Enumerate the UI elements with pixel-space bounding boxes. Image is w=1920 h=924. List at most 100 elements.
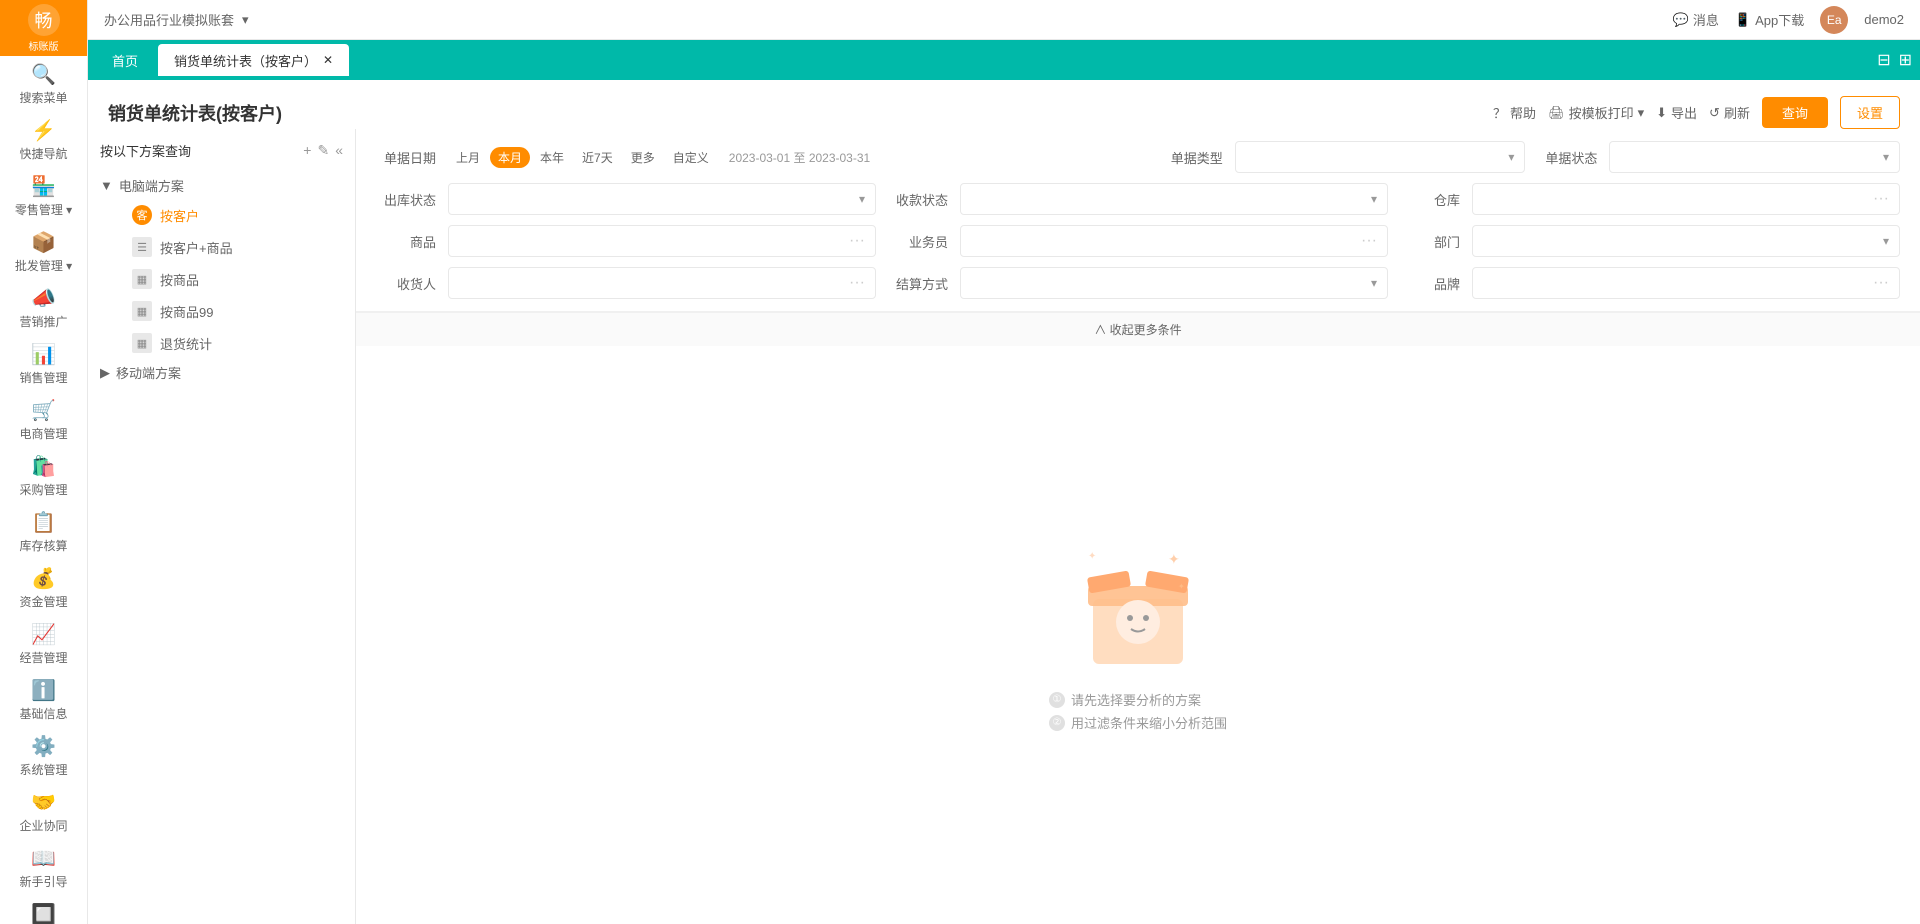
scheme-item-goods99[interactable]: ▦ 按商品99 (100, 295, 343, 327)
tab-home[interactable]: 首页 (96, 44, 154, 76)
sidebar-item-3[interactable]: 📦批发管理 ▾ (0, 224, 88, 280)
goods-select[interactable]: ··· (448, 225, 876, 257)
edit-scheme-icon[interactable]: ✎ (317, 142, 329, 159)
scheme-group-arrow: ▼ (100, 178, 113, 193)
sidebar-item-11[interactable]: ℹ️基础信息 (0, 672, 88, 728)
receiver-dots[interactable]: ··· (849, 274, 865, 292)
order-status-label: 单据状态 (1537, 148, 1597, 167)
print-icon: 🖨 (1548, 105, 1565, 121)
sidebar-label-13: 企业协同 (19, 817, 67, 834)
message-button[interactable]: 💬 消息 (1673, 10, 1719, 29)
export-button[interactable]: ⬇ 导出 (1656, 103, 1697, 122)
industry-selector[interactable]: 办公用品行业模拟账套 ▾ (104, 10, 249, 29)
out-status-select[interactable]: ▾ (448, 183, 876, 215)
sidebar-item-13[interactable]: 🤝企业协同 (0, 784, 88, 840)
tab-close-icon[interactable]: ✕ (323, 53, 333, 67)
warehouse-dots[interactable]: ··· (1873, 190, 1889, 208)
scheme-group-desktop-header[interactable]: ▼ 电脑端方案 (100, 172, 343, 199)
tab-sales-stats[interactable]: 销货单统计表（按客户） ✕ (158, 44, 349, 76)
date-tab-this-month[interactable]: 本月 (490, 147, 530, 168)
sidebar-item-2[interactable]: 🏪零售管理 ▾ (0, 168, 88, 224)
goods-dots[interactable]: ··· (849, 232, 865, 250)
scheme-group-mobile-header[interactable]: ▶ 移动端方案 (100, 359, 343, 386)
help-icon: ？ (1493, 103, 1506, 122)
query-button[interactable]: 查询 (1762, 97, 1828, 128)
brand-select[interactable]: ··· (1472, 267, 1900, 299)
scheme-item-customer-goods[interactable]: ☰ 按客户+商品 (100, 231, 343, 263)
brand-dots[interactable]: ··· (1873, 274, 1889, 292)
sidebar-label-2: 零售管理 ▾ (15, 201, 72, 218)
message-icon: 💬 (1673, 12, 1689, 28)
sidebar-label-7: 采购管理 (19, 481, 67, 498)
sidebar-item-5[interactable]: 📊销售管理 (0, 336, 88, 392)
receiver-select[interactable]: ··· (448, 267, 876, 299)
scheme-group-mobile-arrow: ▶ (100, 365, 110, 381)
logo[interactable]: 畅 标账版 (0, 0, 88, 56)
order-status-select[interactable]: ▾ (1609, 141, 1900, 173)
receive-status-label: 收款状态 (888, 190, 948, 209)
settlement-select[interactable]: ▾ (960, 267, 1388, 299)
sidebar-item-12[interactable]: ⚙️系统管理 (0, 728, 88, 784)
empty-svg: ✦ ✦ ✦ (1068, 534, 1208, 674)
sidebar-icon-5: 📊 (31, 342, 56, 367)
inner-layout: 按以下方案查询 + ✎ « ▼ 电脑端方案 (88, 129, 1920, 924)
print-label: 按模板打印 (1569, 103, 1634, 122)
sidebar-item-1[interactable]: ⚡快捷导航 (0, 112, 88, 168)
date-tab-this-year[interactable]: 本年 (532, 147, 572, 168)
brand-label: 品牌 (1400, 274, 1460, 293)
sidebar-item-14[interactable]: 📖新手引导 (0, 840, 88, 896)
order-type-select[interactable]: ▾ (1235, 141, 1526, 173)
collapse-panel-icon[interactable]: « (335, 142, 343, 159)
warehouse-select[interactable]: ··· (1472, 183, 1900, 215)
tab-expand-icon[interactable]: ⊞ (1899, 50, 1912, 70)
tip-text-2: 用过滤条件来缩小分析范围 (1071, 713, 1227, 732)
scheme-item-return-stats[interactable]: ▦ 退货统计 (100, 327, 343, 359)
receive-status-select[interactable]: ▾ (960, 183, 1388, 215)
scheme-group-desktop-label: 电脑端方案 (119, 176, 184, 195)
settings-button[interactable]: 设置 (1840, 96, 1900, 129)
sidebar-icon-15: 🔲 (31, 902, 56, 924)
sidebar-item-10[interactable]: 📈经营管理 (0, 616, 88, 672)
sidebar-item-7[interactable]: 🛍️采购管理 (0, 448, 88, 504)
right-panel: 单据日期 上月 本月 本年 近7天 更多 自定义 2023-03-01 至 20… (356, 129, 1920, 924)
export-label: 导出 (1671, 103, 1697, 122)
out-status-chevron: ▾ (859, 192, 865, 206)
tab-home-label: 首页 (112, 51, 138, 70)
sidebar-item-4[interactable]: 📣营销推广 (0, 280, 88, 336)
date-tab-7days[interactable]: 近7天 (574, 147, 621, 168)
logo-icon: 畅 (28, 4, 60, 36)
sidebar-item-6[interactable]: 🛒电商管理 (0, 392, 88, 448)
help-button[interactable]: ？ 帮助 (1493, 103, 1536, 122)
filter-row-1: 单据日期 上月 本月 本年 近7天 更多 自定义 2023-03-01 至 20… (376, 141, 1900, 173)
salesman-dots[interactable]: ··· (1361, 232, 1377, 250)
collapse-bar[interactable]: ∧ 收起更多条件 (356, 312, 1920, 346)
app-download-button[interactable]: 📱 App下载 (1735, 10, 1804, 29)
sidebar-item-8[interactable]: 📋库存核算 (0, 504, 88, 560)
sidebar-icon-11: ℹ️ (31, 678, 56, 703)
salesman-select[interactable]: ··· (960, 225, 1388, 257)
date-tab-custom[interactable]: 自定义 (665, 147, 717, 168)
tab-minimize-icon[interactable]: ⊟ (1877, 50, 1890, 70)
receiver-label: 收货人 (376, 274, 436, 293)
sidebar-item-9[interactable]: 💰资金管理 (0, 560, 88, 616)
print-button[interactable]: 🖨 按模板打印 ▾ (1548, 103, 1644, 122)
refresh-icon: ↺ (1709, 105, 1720, 121)
avatar[interactable]: Ea (1820, 6, 1848, 34)
scheme-item-by-customer[interactable]: 客 按客户 (100, 199, 343, 231)
sidebar-label-8: 库存核算 (19, 537, 67, 554)
tip-num-1: ① (1049, 692, 1065, 708)
date-label: 单据日期 (376, 148, 436, 167)
date-tab-last-month[interactable]: 上月 (448, 147, 488, 168)
refresh-button[interactable]: ↺ 刷新 (1709, 103, 1750, 122)
dept-select[interactable]: ▾ (1472, 225, 1900, 257)
scheme-item-by-goods[interactable]: ▦ 按商品 (100, 263, 343, 295)
date-tab-more[interactable]: 更多 (623, 147, 663, 168)
industry-label: 办公用品行业模拟账套 (104, 10, 234, 29)
empty-state: ✦ ✦ ✦ ① 请先选择要分析的方案 (356, 346, 1920, 924)
sidebar-item-15[interactable]: 🔲应用中心 (0, 896, 88, 924)
out-status-label: 出库状态 (376, 190, 436, 209)
by-customer-icon: 客 (132, 205, 152, 225)
content-area: 销货单统计表(按客户) ？ 帮助 🖨 按模板打印 ▾ ⬇ 导出 ↺ 刷新 (88, 80, 1920, 924)
sidebar-item-0[interactable]: 🔍搜索菜单 (0, 56, 88, 112)
add-scheme-icon[interactable]: + (303, 142, 311, 159)
